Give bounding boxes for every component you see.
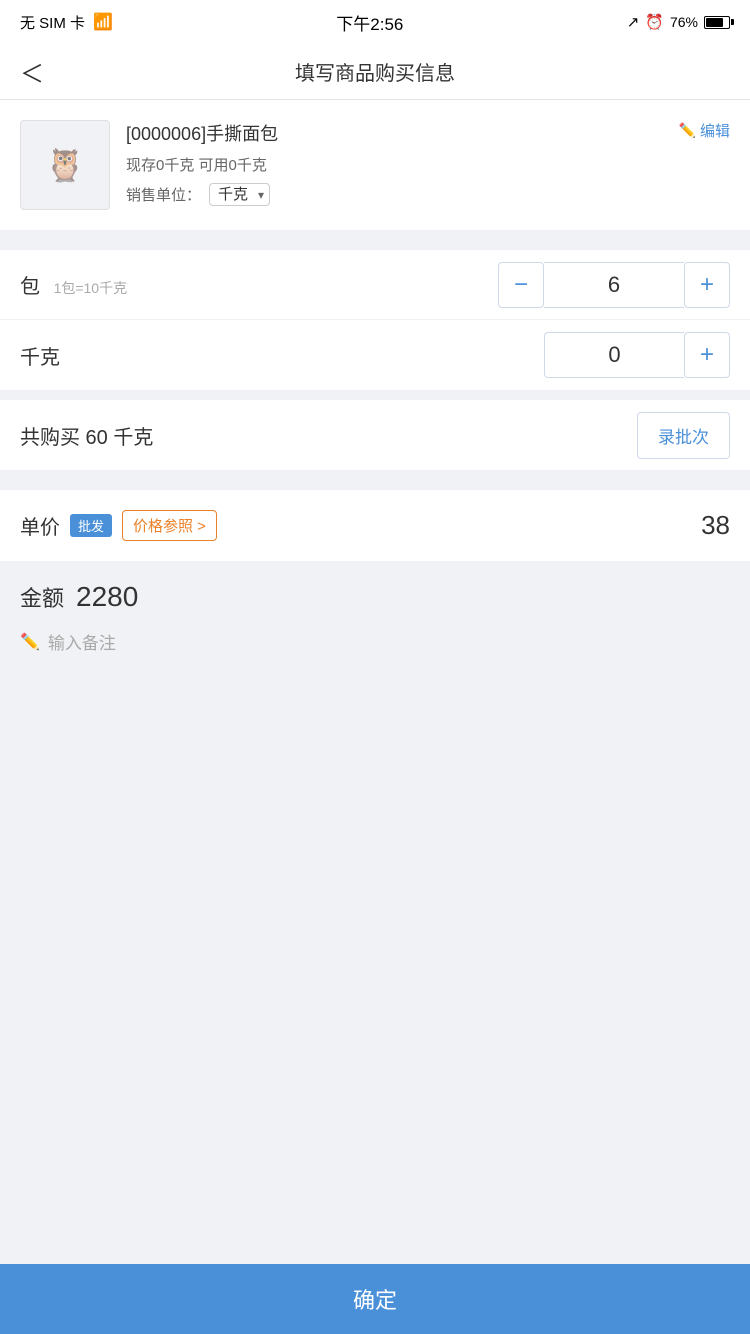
qty-hint-bao: 1包=10千克: [54, 280, 128, 296]
wifi-icon: 📶: [93, 12, 113, 32]
status-bar: 无 SIM 卡 📶 下午2:56 ↗ ⏰ 76%: [0, 0, 750, 44]
quantity-row-bao: 包 1包=10千克 − +: [0, 250, 750, 320]
price-ref-label: 价格参照 >: [133, 515, 206, 536]
unit-select[interactable]: 千克: [209, 183, 270, 206]
divider-2: [0, 390, 750, 400]
qty-input-kg[interactable]: [544, 332, 684, 378]
price-label: 单价: [20, 511, 60, 540]
status-carrier: 无 SIM 卡 📶: [20, 12, 113, 33]
pencil-icon: ✏️: [20, 632, 40, 652]
edit-label: 编辑: [700, 120, 730, 141]
price-left: 单价 批发 价格参照 >: [20, 510, 217, 541]
product-info: [0000006]手撕面包 现存0千克 可用0千克 销售单位： 千克: [126, 120, 730, 206]
quantity-section: 包 1包=10千克 − + 千克 +: [0, 250, 750, 390]
amount-value: 2280: [76, 581, 138, 613]
battery-icon: [704, 16, 730, 29]
qty-label-kg: 千克: [20, 341, 544, 370]
unit-label: 销售单位：: [126, 184, 201, 205]
carrier-text: 无 SIM 卡: [20, 12, 85, 33]
remark-placeholder: 输入备注: [48, 629, 116, 654]
price-ref-button[interactable]: 价格参照 >: [122, 510, 217, 541]
price-tag-batch: 批发: [70, 514, 112, 537]
empty-space: [0, 674, 750, 1034]
amount-label: 金额: [20, 581, 64, 613]
price-value: 38: [701, 510, 730, 541]
total-text: 共购买 60 千克: [20, 421, 153, 450]
qty-minus-bao[interactable]: −: [498, 262, 544, 308]
amount-row: 金额 2280: [20, 581, 730, 613]
page-title: 填写商品购买信息: [295, 57, 455, 86]
qty-control-bao: − +: [498, 262, 730, 308]
location-icon: ↗: [627, 13, 640, 31]
status-time: 下午2:56: [336, 10, 403, 35]
total-section: 共购买 60 千克 录批次: [0, 400, 750, 470]
divider-1: [0, 240, 750, 250]
product-name: [0000006]手撕面包: [126, 120, 730, 146]
edit-icon: ✏️: [679, 122, 696, 139]
quantity-row-kg: 千克 +: [0, 320, 750, 390]
product-section: 🦉 [0000006]手撕面包 现存0千克 可用0千克 销售单位： 千克 ✏️ …: [0, 100, 750, 230]
qty-plus-bao[interactable]: +: [684, 262, 730, 308]
back-button[interactable]: ＜: [20, 54, 44, 89]
qty-label-bao: 包 1包=10千克: [20, 270, 498, 299]
price-section: 单价 批发 价格参照 > 38: [0, 490, 750, 561]
nav-bar: ＜ 填写商品购买信息: [0, 44, 750, 100]
status-right: ↗ ⏰ 76%: [627, 13, 730, 31]
qty-control-kg: +: [544, 332, 730, 378]
alarm-icon: ⏰: [645, 13, 664, 31]
product-logo: 🦉: [45, 146, 85, 184]
batch-button[interactable]: 录批次: [637, 412, 730, 459]
qty-input-bao[interactable]: [544, 262, 684, 308]
battery-text: 76%: [670, 14, 698, 30]
product-image: 🦉: [20, 120, 110, 210]
price-row: 单价 批发 价格参照 > 38: [20, 510, 730, 541]
product-stock: 现存0千克 可用0千克: [126, 154, 730, 175]
amount-section: 金额 2280 ✏️ 输入备注: [0, 561, 750, 674]
divider-3: [0, 480, 750, 490]
qty-plus-kg[interactable]: +: [684, 332, 730, 378]
edit-button[interactable]: ✏️ 编辑: [679, 120, 730, 141]
confirm-bar[interactable]: 确定: [0, 1264, 750, 1334]
product-unit-row: 销售单位： 千克: [126, 183, 730, 206]
remark-row[interactable]: ✏️ 输入备注: [20, 629, 730, 674]
unit-select-wrap[interactable]: 千克: [209, 183, 270, 206]
confirm-button[interactable]: 确定: [353, 1283, 397, 1315]
